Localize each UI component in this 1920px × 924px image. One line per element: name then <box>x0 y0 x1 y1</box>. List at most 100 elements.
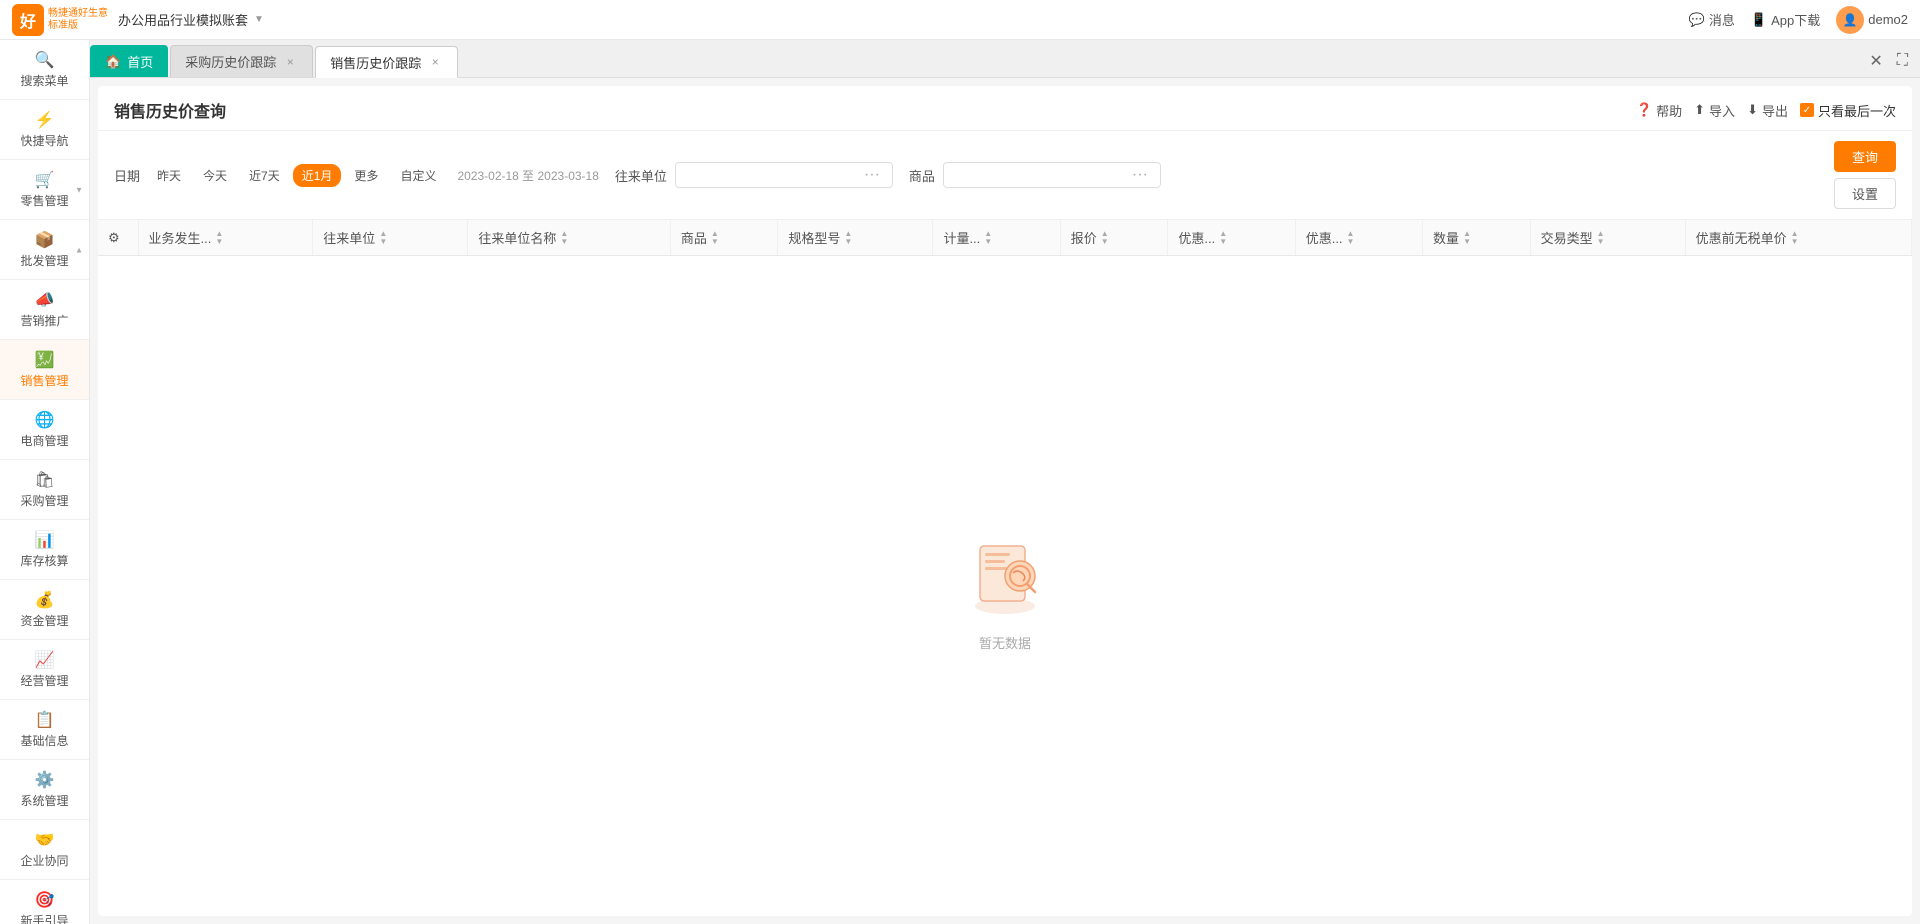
sidebar-item-label: 资金管理 <box>20 612 68 629</box>
page-header-actions: ❓ 帮助 ⬆ 导入 ⬇ 导出 ✓ 只看最后一次 <box>1636 101 1896 120</box>
main-layout: 🔍 搜索菜单 ⚡ 快捷导航 🛒 零售管理 ▼ 📦 批发管理 ▲ 📣 营销推广 💹… <box>0 40 1920 924</box>
sidebar-item-marketing[interactable]: 📣 营销推广 <box>0 280 89 340</box>
search-button[interactable]: 查询 <box>1834 141 1896 172</box>
tab-home[interactable]: 🏠 首页 <box>90 45 168 77</box>
sidebar-item-purchase-mgmt[interactable]: 🛍 采购管理 <box>0 460 89 520</box>
sidebar-item-label: 系统管理 <box>20 792 68 809</box>
app-selector[interactable]: 办公用品行业模拟账套 ▼ <box>110 6 272 33</box>
th-qty[interactable]: 数量 ▲▼ <box>1423 220 1531 256</box>
tab-purchase-history[interactable]: 采购历史价跟踪 × <box>170 45 313 77</box>
sort-arrows-discount1: ▲▼ <box>1219 230 1227 246</box>
th-unit[interactable]: 计量... ▲▼ <box>933 220 1060 256</box>
table-header-row: ⚙ 业务发生... ▲▼ 往来 <box>98 220 1912 256</box>
sidebar-item-wholesale-mgmt[interactable]: 📦 批发管理 ▲ <box>0 220 89 280</box>
sort-arrows-unit: ▲▼ <box>984 230 992 246</box>
tab-purchase-history-close[interactable]: × <box>282 54 298 70</box>
sidebar-item-quick-nav[interactable]: ⚡ 快捷导航 <box>0 100 89 160</box>
data-table: ⚙ 业务发生... ▲▼ 往来 <box>98 220 1912 256</box>
app-download-button[interactable]: 📱 App下载 <box>1751 10 1820 29</box>
sidebar-item-retail-mgmt[interactable]: 🛒 零售管理 ▼ <box>0 160 89 220</box>
only-last-label: 只看最后一次 <box>1818 101 1896 120</box>
th-biz-date[interactable]: 业务发生... ▲▼ <box>138 220 313 256</box>
user-name: demo2 <box>1868 12 1908 27</box>
sort-arrows-quote: ▲▼ <box>1101 230 1109 246</box>
wholesale-icon: 📦 <box>35 230 55 250</box>
date-btn-7days[interactable]: 近7天 <box>240 164 289 187</box>
export-icon: ⬇ <box>1747 102 1758 118</box>
empty-illustration <box>955 521 1055 621</box>
th-product[interactable]: 商品 ▲▼ <box>670 220 778 256</box>
th-partner-name[interactable]: 往来单位名称 ▲▼ <box>468 220 671 256</box>
sidebar-item-inventory[interactable]: 📊 库存核算 <box>0 520 89 580</box>
th-quote[interactable]: 报价 ▲▼ <box>1060 220 1168 256</box>
import-icon: ⬆ <box>1694 102 1705 118</box>
th-discount2[interactable]: 优惠... ▲▼ <box>1295 220 1422 256</box>
date-filter-group: 日期 昨天 今天 近7天 近1月 更多 自定义 2023-02-18 至 202… <box>114 164 599 187</box>
message-button[interactable]: 💬 消息 <box>1689 10 1735 29</box>
app-download-label: App下载 <box>1771 10 1820 29</box>
product-dots[interactable]: ··· <box>1128 166 1152 184</box>
tab-sales-history-close[interactable]: × <box>427 54 443 70</box>
sidebar-item-operations-mgmt[interactable]: 📈 经营管理 <box>0 640 89 700</box>
close-tab-action[interactable]: ✕ <box>1865 49 1886 73</box>
export-label: 导出 <box>1762 101 1788 120</box>
date-btn-today[interactable]: 今天 <box>194 164 236 187</box>
user-menu[interactable]: 👤 demo2 <box>1836 6 1908 34</box>
home-icon: 🏠 <box>105 54 121 70</box>
sidebar-item-search-menu[interactable]: 🔍 搜索菜单 <box>0 40 89 100</box>
app-selector-name: 办公用品行业模拟账套 <box>118 10 248 29</box>
sidebar-item-basic-info[interactable]: 📋 基础信息 <box>0 700 89 760</box>
sidebar-item-label: 新手引导 <box>20 912 68 924</box>
marketing-icon: 📣 <box>35 290 55 310</box>
logo-area: 好 畅捷通好生意 标准版 <box>12 4 102 36</box>
th-trade-type[interactable]: 交易类型 ▲▼ <box>1530 220 1685 256</box>
help-button[interactable]: ❓ 帮助 <box>1636 101 1682 120</box>
page-header: 销售历史价查询 ❓ 帮助 ⬆ 导入 ⬇ 导出 <box>98 86 1912 131</box>
import-button[interactable]: ⬆ 导入 <box>1694 101 1735 120</box>
message-label: 消息 <box>1709 10 1735 29</box>
table-settings-icon[interactable]: ⚙ <box>108 230 120 245</box>
sidebar-item-system-mgmt[interactable]: ⚙️ 系统管理 <box>0 760 89 820</box>
sort-arrows-discount2: ▲▼ <box>1347 230 1355 246</box>
th-partner-code[interactable]: 往来单位 ▲▼ <box>313 220 468 256</box>
only-last-checkbox[interactable]: ✓ 只看最后一次 <box>1800 101 1896 120</box>
sidebar-item-ecom-mgmt[interactable]: 🌐 电商管理 <box>0 400 89 460</box>
tab-bar: 🏠 首页 采购历史价跟踪 × 销售历史价跟踪 × ✕ ⛶ <box>90 40 1920 78</box>
partner-input[interactable] <box>684 168 860 183</box>
sidebar-item-newbie-guide[interactable]: 🎯 新手引导 <box>0 880 89 924</box>
sidebar-item-finance-mgmt[interactable]: 💰 资金管理 <box>0 580 89 640</box>
sort-arrows-spec: ▲▼ <box>844 230 852 246</box>
system-icon: ⚙️ <box>35 770 55 790</box>
sort-arrows-qty: ▲▼ <box>1463 230 1471 246</box>
maximize-action[interactable]: ⛶ <box>1893 50 1912 72</box>
product-filter-group: 商品 ··· <box>909 162 1161 188</box>
th-spec[interactable]: 规格型号 ▲▼ <box>778 220 933 256</box>
date-btn-more[interactable]: 更多 <box>345 164 387 187</box>
settings-button[interactable]: 设置 <box>1834 178 1896 209</box>
chevron-up-icon: ▲ <box>75 245 83 254</box>
message-icon: 💬 <box>1689 12 1705 28</box>
page-inner: 销售历史价查询 ❓ 帮助 ⬆ 导入 ⬇ 导出 <box>98 86 1912 916</box>
th-settings[interactable]: ⚙ <box>98 220 138 256</box>
date-btn-custom[interactable]: 自定义 <box>391 164 445 187</box>
th-pretax-price[interactable]: 优惠前无税单价 ▲▼ <box>1685 220 1911 256</box>
sidebar-item-label: 基础信息 <box>20 732 68 749</box>
tab-sales-history[interactable]: 销售历史价跟踪 × <box>315 46 458 78</box>
top-bar: 好 畅捷通好生意 标准版 办公用品行业模拟账套 ▼ 💬 消息 📱 App下载 👤… <box>0 0 1920 40</box>
th-discount1[interactable]: 优惠... ▲▼ <box>1168 220 1295 256</box>
partner-dots[interactable]: ··· <box>860 166 884 184</box>
avatar: 👤 <box>1836 6 1864 34</box>
date-btn-1month[interactable]: 近1月 <box>293 164 342 187</box>
date-btn-yesterday[interactable]: 昨天 <box>148 164 190 187</box>
search-settings-group: 查询 设置 <box>1834 141 1896 209</box>
content-area: 🏠 首页 采购历史价跟踪 × 销售历史价跟踪 × ✕ ⛶ 销售历史价查询 <box>90 40 1920 924</box>
export-button[interactable]: ⬇ 导出 <box>1747 101 1788 120</box>
checkbox-checked-icon: ✓ <box>1800 103 1814 117</box>
sidebar-item-label: 经营管理 <box>20 672 68 689</box>
sidebar-item-enterprise-collab[interactable]: 🤝 企业协同 <box>0 820 89 880</box>
sidebar-item-sales-mgmt[interactable]: 💹 销售管理 <box>0 340 89 400</box>
help-label: 帮助 <box>1656 101 1682 120</box>
tab-bar-actions: ✕ ⛶ <box>1865 49 1920 77</box>
download-icon: 📱 <box>1751 12 1767 28</box>
product-input[interactable] <box>952 168 1128 183</box>
